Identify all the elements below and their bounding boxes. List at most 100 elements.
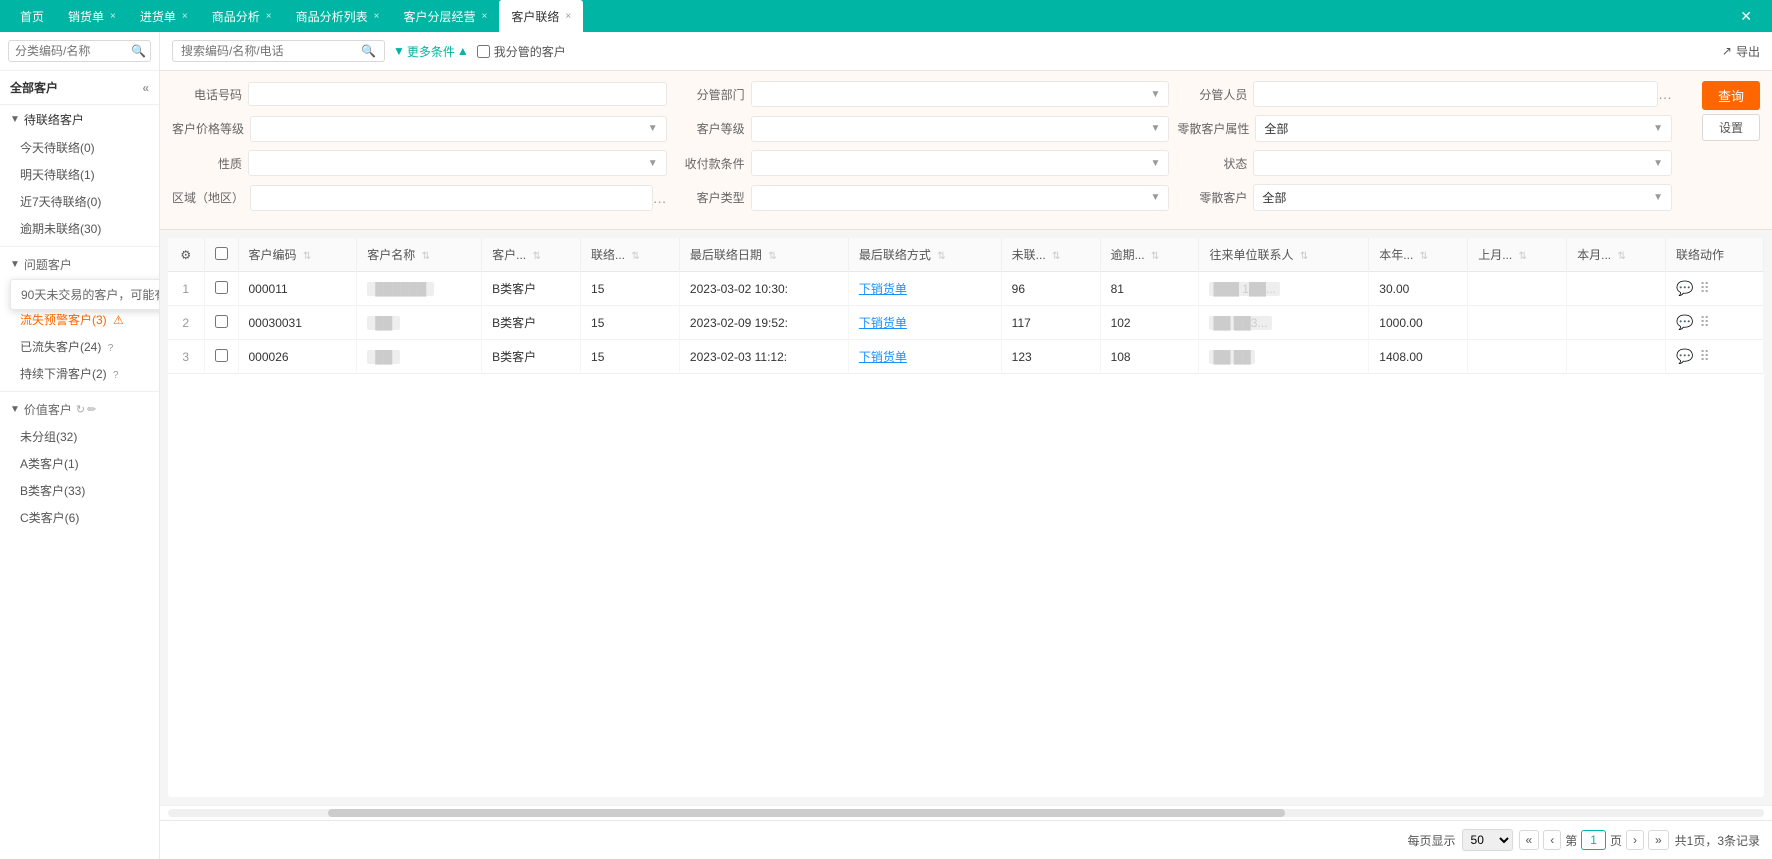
action-more-icon[interactable]: ⠿ xyxy=(1699,348,1709,365)
action-more-icon[interactable]: ⠿ xyxy=(1699,314,1709,331)
close-sales-order[interactable]: × xyxy=(110,11,116,22)
section-value-customers[interactable]: ▼ 价值客户 ↻ ✏ xyxy=(0,396,159,423)
sidebar-item-churn-warning[interactable]: 流失预警客户(3) ⚠ xyxy=(0,306,159,333)
filter-phone-input[interactable] xyxy=(248,82,667,106)
filter-customer-type-select[interactable]: ▼ xyxy=(751,185,1170,211)
action-chat-icon[interactable]: 💬 xyxy=(1676,280,1693,297)
first-page-btn[interactable]: « xyxy=(1519,830,1540,850)
sidebar-search-area: 🔍 xyxy=(0,32,159,71)
row-actions[interactable]: 💬⠿ xyxy=(1666,340,1764,374)
sidebar-item-7days[interactable]: 近7天待联络(0) xyxy=(0,188,159,215)
filter-zero-attr-select[interactable]: 全部▼ xyxy=(1255,115,1672,142)
close-purchase-order[interactable]: × xyxy=(182,11,188,22)
close-customer-segment[interactable]: × xyxy=(481,11,487,22)
more-conditions-btn[interactable]: ▼ 更多条件 ▲ xyxy=(393,43,469,60)
next-page-btn[interactable]: › xyxy=(1626,830,1644,850)
sidebar-item-class-a[interactable]: A类客户(1) xyxy=(0,450,159,477)
row-last-type[interactable]: 下销货单 xyxy=(848,272,1001,306)
nav-purchase-order[interactable]: 进货单 × xyxy=(128,0,200,32)
search-icon[interactable]: 🔍 xyxy=(361,44,376,58)
action-chat-icon[interactable]: 💬 xyxy=(1676,348,1693,365)
row-this-year: 1408.00 xyxy=(1369,340,1468,374)
row-code: 00030031 xyxy=(238,306,357,340)
filter-row-1: 电话号码 分管部门 ▼ 分管人员 … xyxy=(172,81,1672,107)
nav-customer-contact[interactable]: 客户联络 × xyxy=(499,0,583,32)
close-customer-contact[interactable]: × xyxy=(565,11,571,22)
row-actions[interactable]: 💬⠿ xyxy=(1666,306,1764,340)
sidebar-item-ungroup[interactable]: 未分组(32) xyxy=(0,423,159,450)
filter-price-level-label: 客户价格等级 xyxy=(172,120,244,137)
filter-more-icon[interactable]: … xyxy=(1658,86,1672,102)
per-page-select[interactable]: 50 100 200 xyxy=(1462,829,1513,851)
sidebar-item-class-c[interactable]: C类客户(6) xyxy=(0,504,159,531)
close-product-analysis[interactable]: × xyxy=(266,11,272,22)
row-overdue: 108 xyxy=(1100,340,1199,374)
row-checkbox[interactable] xyxy=(204,340,238,374)
sidebar-item-churned[interactable]: 已流失客户(24) ? xyxy=(0,333,159,360)
col-last-type: 最后联络方式 ⇅ xyxy=(848,238,1001,272)
filter-area-more[interactable]: … xyxy=(653,190,667,206)
action-more-icon[interactable]: ⠿ xyxy=(1699,280,1709,297)
close-product-list[interactable]: × xyxy=(374,11,380,22)
value-refresh-icon[interactable]: ↻ xyxy=(76,403,85,416)
settings-button[interactable]: 设置 xyxy=(1702,114,1760,141)
nav-sales-order[interactable]: 销货单 × xyxy=(56,0,128,32)
nav-customer-segment[interactable]: 客户分层经营 × xyxy=(391,0,499,32)
filter-area-select[interactable] xyxy=(250,185,653,211)
sidebar-item-overdue[interactable]: 逾期未联络(30) xyxy=(0,215,159,242)
row-last-type[interactable]: 下销货单 xyxy=(848,306,1001,340)
collapse-icon[interactable]: « xyxy=(142,81,149,95)
nav-product-list[interactable]: 商品分析列表 × xyxy=(284,0,392,32)
window-close-button[interactable]: ✕ xyxy=(1728,8,1764,25)
filter-price-level-select[interactable]: ▼ xyxy=(250,116,667,142)
horizontal-scrollbar[interactable] xyxy=(160,805,1772,820)
row-index: 2 xyxy=(168,306,204,340)
row-name: ██████ xyxy=(357,272,482,306)
section-problem-customers[interactable]: ▼ 问题客户 xyxy=(0,251,159,278)
row-checkbox[interactable] xyxy=(204,306,238,340)
col-contact-count: 联络... ⇅ xyxy=(581,238,680,272)
filter-status-select[interactable]: ▼ xyxy=(1253,150,1672,176)
query-button[interactable]: 查询 xyxy=(1702,81,1760,110)
row-contact-count: 15 xyxy=(581,306,680,340)
sidebar-item-tomorrow[interactable]: 明天待联络(1) xyxy=(0,161,159,188)
row-actions[interactable]: 💬⠿ xyxy=(1666,272,1764,306)
export-button[interactable]: ↗ 导出 xyxy=(1722,43,1760,60)
filter-zero-customer-select[interactable]: 全部▼ xyxy=(1253,184,1672,211)
scrollbar-thumb[interactable] xyxy=(328,809,1286,817)
sidebar-item-declining[interactable]: 持续下滑客户(2) ? xyxy=(0,360,159,387)
filter-staff-select[interactable] xyxy=(1253,81,1658,107)
sidebar-search-input[interactable] xyxy=(8,40,151,62)
row-last-date: 2023-02-03 11:12: xyxy=(679,340,848,374)
sidebar-item-today[interactable]: 今天待联络(0) xyxy=(0,134,159,161)
row-type: B类客户 xyxy=(482,340,581,374)
value-edit-icon[interactable]: ✏ xyxy=(87,403,96,416)
nav-product-analysis[interactable]: 商品分析 × xyxy=(200,0,284,32)
filter-customer-level-select[interactable]: ▼ xyxy=(751,116,1170,142)
row-code: 000011 xyxy=(238,272,357,306)
col-settings[interactable]: ⚙ xyxy=(168,238,204,272)
filter-dept-select[interactable]: ▼ xyxy=(751,81,1170,107)
scrollbar-track[interactable] xyxy=(168,809,1764,817)
row-last-month xyxy=(1468,306,1567,340)
col-checkbox[interactable] xyxy=(204,238,238,272)
export-icon: ↗ xyxy=(1722,44,1732,58)
prev-page-btn[interactable]: ‹ xyxy=(1543,830,1561,850)
action-chat-icon[interactable]: 💬 xyxy=(1676,314,1693,331)
section-pending-contact[interactable]: ▼ 待联络客户 xyxy=(0,105,159,134)
my-customers-check[interactable] xyxy=(477,45,490,58)
row-overdue: 81 xyxy=(1100,272,1199,306)
filter-payment-select[interactable]: ▼ xyxy=(751,150,1170,176)
row-last-type[interactable]: 下销货单 xyxy=(848,340,1001,374)
nav-home[interactable]: 首页 xyxy=(8,0,56,32)
row-this-month xyxy=(1567,340,1666,374)
last-page-btn[interactable]: » xyxy=(1648,830,1669,850)
search-input[interactable] xyxy=(181,44,361,58)
all-customers-header[interactable]: 全部客户 « xyxy=(0,71,159,105)
filter-nature-select[interactable]: ▼ xyxy=(248,150,667,176)
filter-phone: 电话号码 xyxy=(172,82,667,106)
row-checkbox[interactable] xyxy=(204,272,238,306)
sidebar-item-class-b[interactable]: B类客户(33) xyxy=(0,477,159,504)
row-code: 000026 xyxy=(238,340,357,374)
select-all-checkbox[interactable] xyxy=(215,247,228,260)
